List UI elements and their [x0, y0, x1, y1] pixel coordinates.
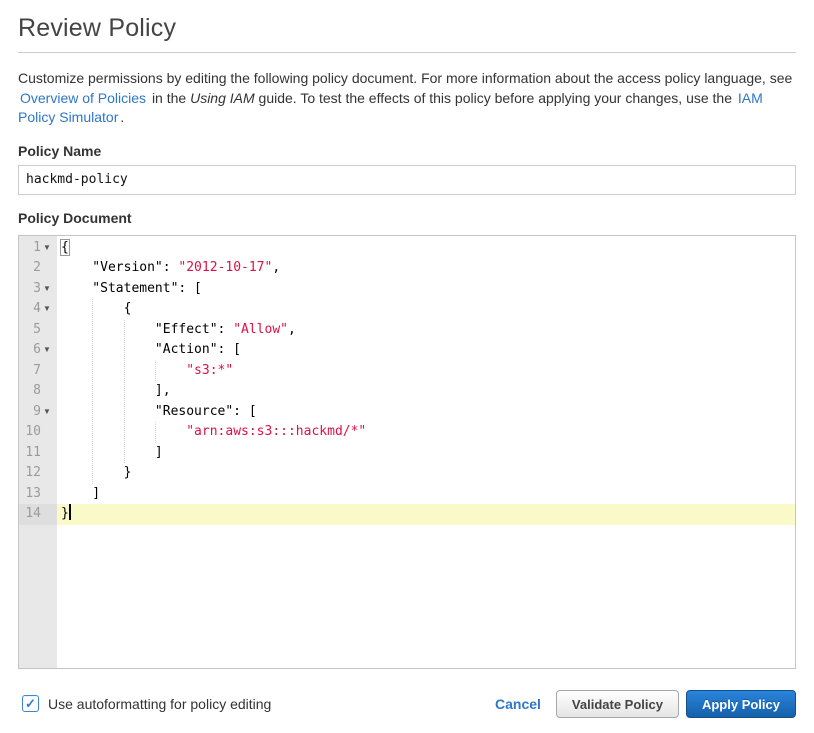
code-token: ] [61, 486, 100, 501]
editor-code[interactable]: { "Version": "2012-10-17", "Statement": … [57, 236, 795, 668]
description-part4: . [120, 109, 124, 125]
description-part1: Customize permissions by editing the fol… [18, 70, 792, 86]
code-token: ], [61, 383, 171, 398]
description-part3: guide. To test the effects of this polic… [259, 90, 732, 106]
cancel-link[interactable]: Cancel [495, 696, 541, 712]
code-token: } [61, 506, 69, 521]
code-token: , [288, 322, 296, 337]
code-token: "Statement": [ [61, 281, 202, 296]
fold-arrow-icon[interactable]: ▼ [41, 279, 53, 300]
code-line[interactable]: } [57, 504, 795, 525]
code-token [61, 363, 186, 378]
code-token: "Action": [ [61, 342, 241, 357]
gutter-line-number: 5 [19, 320, 57, 341]
gutter-line-number: 8 [19, 381, 57, 402]
page-title: Review Policy [18, 14, 796, 43]
description-part2: in the [152, 90, 186, 106]
policy-document-label: Policy Document [18, 210, 796, 226]
gutter-line-number: 12 [19, 463, 57, 484]
gutter-line-number[interactable]: 4▼ [19, 299, 57, 320]
code-line[interactable]: ] [57, 484, 795, 505]
code-token: { [61, 301, 131, 316]
policy-name-input[interactable] [18, 165, 796, 195]
code-line[interactable]: "s3:*" [57, 361, 795, 382]
code-line[interactable]: { [57, 299, 795, 320]
overview-of-policies-link[interactable]: Overview of Policies [18, 90, 148, 106]
code-line[interactable]: "Statement": [ [57, 279, 795, 300]
gutter-line-number[interactable]: 1▼ [19, 238, 57, 259]
code-line[interactable]: { [57, 238, 795, 259]
gutter-line-number: 7 [19, 361, 57, 382]
policy-name-label: Policy Name [18, 143, 796, 159]
text-cursor [69, 504, 71, 520]
gutter-line-number: 10 [19, 422, 57, 443]
footer-bar: ✓ Use autoformatting for policy editing … [18, 690, 796, 718]
code-token [61, 424, 186, 439]
review-policy-page: Review Policy Customize permissions by e… [0, 14, 814, 718]
matched-brace: { [60, 239, 70, 256]
string-token: "s3:*" [186, 363, 233, 378]
code-line[interactable]: "Resource": [ [57, 402, 795, 423]
string-token: "2012-10-17" [178, 260, 272, 275]
code-token: } [61, 465, 131, 480]
checkmark-icon: ✓ [25, 697, 36, 710]
apply-policy-button[interactable]: Apply Policy [686, 690, 796, 718]
string-token: "Allow" [233, 322, 288, 337]
fold-arrow-icon[interactable]: ▼ [41, 299, 53, 320]
gutter-line-number: 11 [19, 443, 57, 464]
code-line[interactable]: ] [57, 443, 795, 464]
code-token: ] [61, 445, 163, 460]
code-token: , [272, 260, 280, 275]
gutter-line-number: 13 [19, 484, 57, 505]
code-token: "Version": [61, 260, 178, 275]
code-line[interactable]: ], [57, 381, 795, 402]
code-token: "Resource": [ [61, 404, 257, 419]
fold-arrow-icon[interactable]: ▼ [41, 340, 53, 361]
code-token: "Effect": [61, 322, 233, 337]
autoformat-checkbox[interactable]: ✓ [22, 695, 39, 712]
footer-actions: Cancel Validate Policy Apply Policy [495, 690, 796, 718]
fold-arrow-icon[interactable]: ▼ [41, 402, 53, 423]
fold-arrow-icon[interactable]: ▼ [41, 238, 53, 259]
validate-policy-button[interactable]: Validate Policy [556, 690, 679, 718]
description-text: Customize permissions by editing the fol… [18, 69, 796, 128]
autoformat-label: Use autoformatting for policy editing [48, 696, 271, 712]
code-line[interactable]: } [57, 463, 795, 484]
autoformat-option[interactable]: ✓ Use autoformatting for policy editing [22, 695, 271, 712]
code-line[interactable]: "Effect": "Allow", [57, 320, 795, 341]
gutter-line-number: 2 [19, 258, 57, 279]
gutter-line-number: 14 [19, 504, 57, 525]
gutter-line-number[interactable]: 6▼ [19, 340, 57, 361]
using-iam-guide-name: Using IAM [190, 90, 255, 106]
string-token: "arn:aws:s3:::hackmd/*" [186, 424, 366, 439]
code-line[interactable]: "arn:aws:s3:::hackmd/*" [57, 422, 795, 443]
editor-gutter: 1▼23▼4▼56▼789▼1011121314 [19, 236, 57, 668]
code-line[interactable]: "Action": [ [57, 340, 795, 361]
code-line[interactable]: "Version": "2012-10-17", [57, 258, 795, 279]
gutter-line-number[interactable]: 3▼ [19, 279, 57, 300]
title-divider [18, 52, 796, 53]
policy-document-editor[interactable]: 1▼23▼4▼56▼789▼1011121314 { "Version": "2… [18, 235, 796, 669]
gutter-line-number[interactable]: 9▼ [19, 402, 57, 423]
